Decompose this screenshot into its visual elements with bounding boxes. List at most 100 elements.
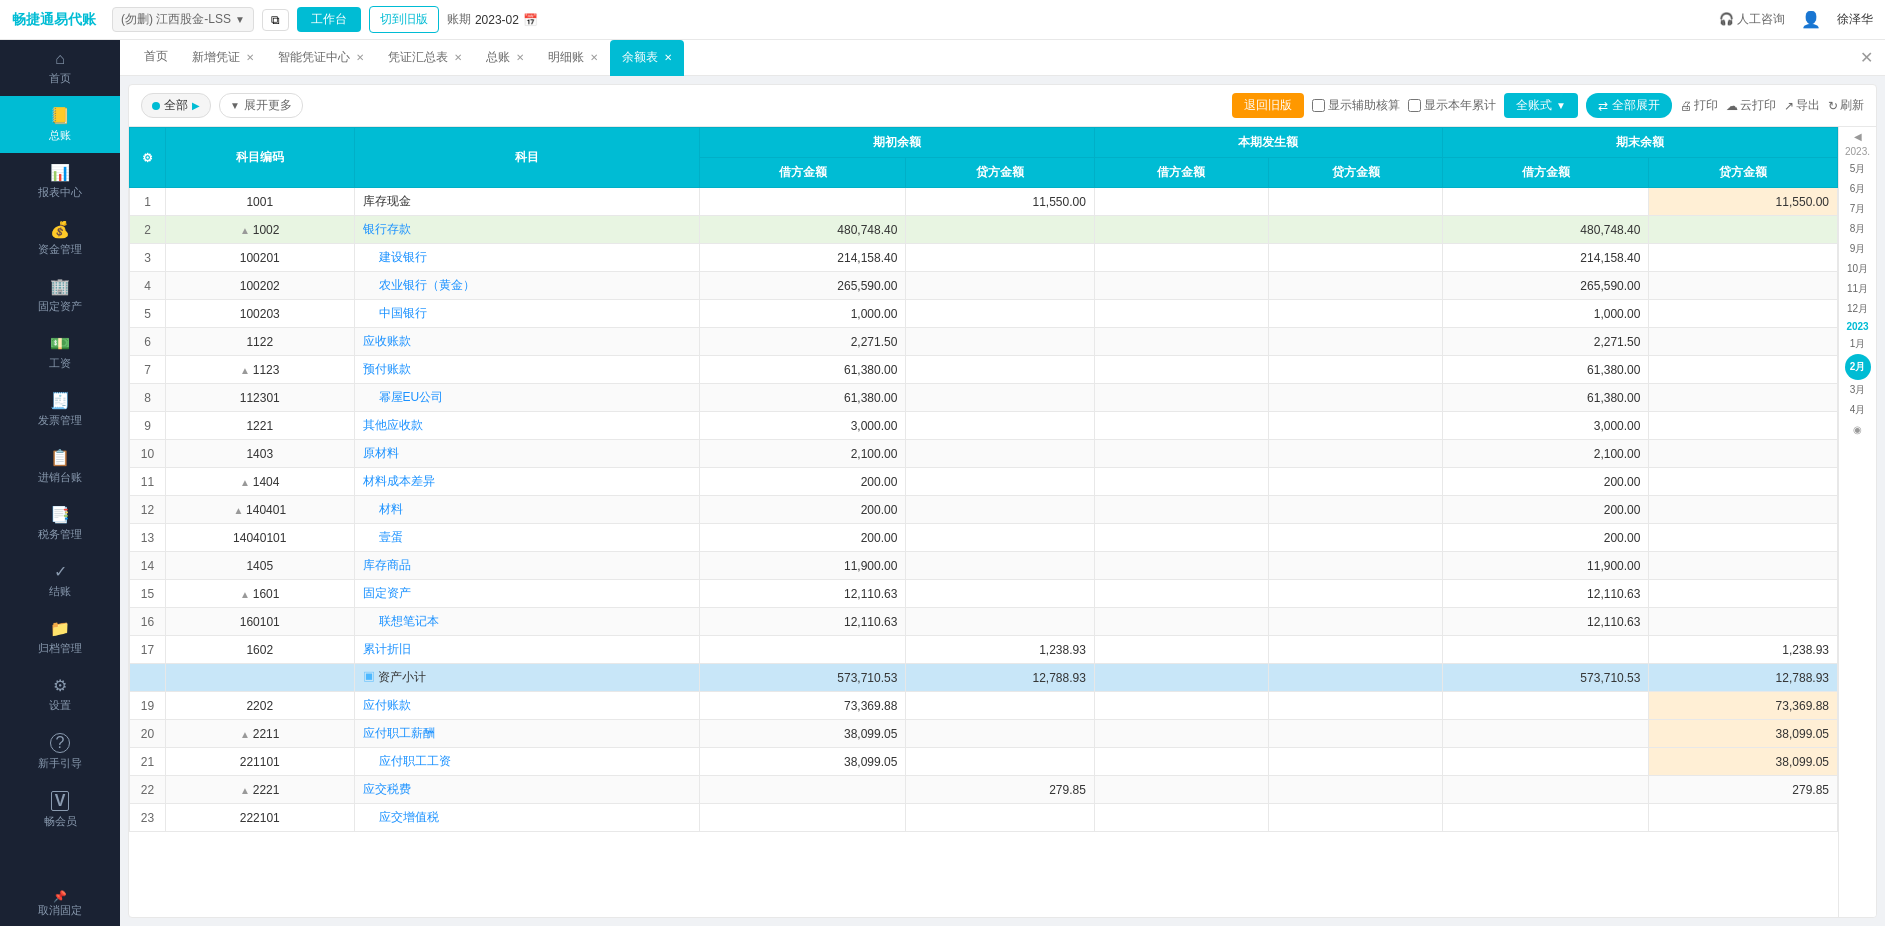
subject-name[interactable]: 联想笔记本 (354, 608, 699, 636)
subject-name[interactable]: 壹蛋 (354, 524, 699, 552)
month-5[interactable]: 5月 (1844, 159, 1872, 179)
subject-name[interactable]: 应交税费 (354, 776, 699, 804)
consult-label[interactable]: 🎧 人工咨询 (1719, 11, 1785, 28)
subject-code: 1221 (166, 412, 355, 440)
subject-name[interactable]: 应收账款 (354, 328, 699, 356)
show-aux-calc-checkbox[interactable]: 显示辅助核算 (1312, 97, 1400, 114)
calendar-icon[interactable]: 📅 (523, 13, 538, 27)
workbench-button[interactable]: 工作台 (297, 7, 361, 32)
subject-code: 2202 (166, 692, 355, 720)
company-selector[interactable]: (勿删) 江西股金-LSS ▼ (112, 7, 254, 32)
export-button[interactable]: ↗ 导出 (1784, 97, 1820, 114)
sidebar-item-assets[interactable]: 🏢 固定资产 (0, 267, 120, 324)
sidebar-expand-icon[interactable]: ◀ (1854, 131, 1862, 142)
tab-close-all-button[interactable]: ✕ (1860, 48, 1873, 67)
month-2-active[interactable]: 2月 (1845, 354, 1871, 380)
subject-name[interactable]: 应付账款 (354, 692, 699, 720)
subject-name[interactable]: 固定资产 (354, 580, 699, 608)
tab-close-icon[interactable]: ✕ (590, 52, 598, 63)
subject-name[interactable]: 银行存款 (354, 216, 699, 244)
subject-name[interactable]: 材料 (354, 496, 699, 524)
tab-close-icon[interactable]: ✕ (516, 52, 524, 63)
end-credit-cell (1649, 300, 1838, 328)
aux-calc-input[interactable] (1312, 99, 1325, 112)
tab-close-icon[interactable]: ✕ (356, 52, 364, 63)
subject-name[interactable]: 累计折旧 (354, 636, 699, 664)
end-credit-header: 贷方金额 (1649, 158, 1838, 188)
month-11[interactable]: 11月 (1844, 279, 1872, 299)
subject-code: 1001 (166, 188, 355, 216)
sidebar-item-tax[interactable]: 📑 税务管理 (0, 495, 120, 552)
expand-button[interactable]: ▼ 展开更多 (219, 93, 303, 118)
settings-col-header[interactable]: ⚙ (130, 128, 166, 188)
show-year-cumul-checkbox[interactable]: 显示本年累计 (1408, 97, 1496, 114)
sidebar-item-payroll[interactable]: 💵 工资 (0, 324, 120, 381)
month-8[interactable]: 8月 (1844, 219, 1872, 239)
tab-new-voucher[interactable]: 新增凭证 ✕ (180, 40, 266, 76)
subject-name[interactable]: 农业银行（黄金） (354, 272, 699, 300)
amount-cell (906, 524, 1095, 552)
amount-cell (1094, 720, 1268, 748)
tab-balance-sheet[interactable]: 余额表 ✕ (610, 40, 684, 76)
sidebar-item-capital[interactable]: 💰 资金管理 (0, 210, 120, 267)
tab-home[interactable]: 首页 (132, 40, 180, 76)
sidebar-item-purchase[interactable]: 📋 进销台账 (0, 438, 120, 495)
sidebar-item-closing[interactable]: ✓ 结账 (0, 552, 120, 609)
amount-cell (1094, 804, 1268, 832)
month-3[interactable]: 3月 (1844, 380, 1872, 400)
end-credit-cell: 279.85 (1649, 776, 1838, 804)
toggle-all-button[interactable]: ⇄ 全部展开 (1586, 93, 1672, 118)
month-10[interactable]: 10月 (1844, 259, 1872, 279)
return-old-button[interactable]: 退回旧版 (1232, 93, 1304, 118)
sidebar-item-home[interactable]: ⌂ 首页 (0, 40, 120, 96)
tab-close-icon[interactable]: ✕ (454, 52, 462, 63)
amount-cell (906, 384, 1095, 412)
sidebar-item-archive[interactable]: 📁 归档管理 (0, 609, 120, 666)
subject-name[interactable]: 应交增值税 (354, 804, 699, 832)
month-7[interactable]: 7月 (1844, 199, 1872, 219)
month-4[interactable]: 4月 (1844, 400, 1872, 420)
sidebar-expand-bottom[interactable]: ◉ (1853, 424, 1862, 435)
month-6[interactable]: 6月 (1844, 179, 1872, 199)
amount-cell (1268, 412, 1442, 440)
month-9[interactable]: 9月 (1844, 239, 1872, 259)
user-name[interactable]: 徐泽华 (1837, 11, 1873, 28)
full-mode-button[interactable]: 全账式 ▼ (1504, 93, 1578, 118)
month-1[interactable]: 1月 (1844, 334, 1872, 354)
sidebar-item-member[interactable]: V 畅会员 (0, 781, 120, 839)
sidebar-item-reports[interactable]: 📊 报表中心 (0, 153, 120, 210)
row-number: 4 (130, 272, 166, 300)
subject-name[interactable]: 预付账款 (354, 356, 699, 384)
sidebar-bottom[interactable]: 📌 取消固定 (0, 882, 120, 926)
gear-icon[interactable]: ⚙ (142, 151, 153, 165)
sidebar-item-ledger[interactable]: 📒 总账 (0, 96, 120, 153)
refresh-button[interactable]: ↻ 刷新 (1828, 97, 1864, 114)
tab-ledger[interactable]: 总账 ✕ (474, 40, 536, 76)
copy-button[interactable]: ⧉ (262, 9, 289, 31)
tab-smart-voucher[interactable]: 智能凭证中心 ✕ (266, 40, 376, 76)
subject-name[interactable]: 材料成本差异 (354, 468, 699, 496)
subject-name[interactable]: 其他应收款 (354, 412, 699, 440)
sidebar-item-settings[interactable]: ⚙ 设置 (0, 666, 120, 723)
filter-right-arrow: ▶ (192, 100, 200, 111)
subject-name[interactable]: 应付职工工资 (354, 748, 699, 776)
tab-close-icon[interactable]: ✕ (246, 52, 254, 63)
switch-version-button[interactable]: 切到旧版 (369, 6, 439, 33)
subject-name[interactable]: 应付职工薪酬 (354, 720, 699, 748)
print-button[interactable]: 🖨 打印 (1680, 97, 1718, 114)
sidebar-item-guide[interactable]: ? 新手引导 (0, 723, 120, 781)
table-row: 61122应收账款2,271.502,271.50 (130, 328, 1838, 356)
tab-close-active-icon[interactable]: ✕ (664, 52, 672, 63)
subject-name[interactable]: 原材料 (354, 440, 699, 468)
subject-name[interactable]: 中国银行 (354, 300, 699, 328)
subject-name[interactable]: 幂屋EU公司 (354, 384, 699, 412)
subject-name[interactable]: 建设银行 (354, 244, 699, 272)
sidebar-item-invoice[interactable]: 🧾 发票管理 (0, 381, 120, 438)
filter-button[interactable]: 全部 ▶ (141, 93, 211, 118)
subject-name[interactable]: 库存商品 (354, 552, 699, 580)
year-cumul-input[interactable] (1408, 99, 1421, 112)
cloud-print-button[interactable]: ☁ 云打印 (1726, 97, 1776, 114)
tab-detail-ledger[interactable]: 明细账 ✕ (536, 40, 610, 76)
month-12[interactable]: 12月 (1844, 299, 1872, 319)
tab-voucher-summary[interactable]: 凭证汇总表 ✕ (376, 40, 474, 76)
